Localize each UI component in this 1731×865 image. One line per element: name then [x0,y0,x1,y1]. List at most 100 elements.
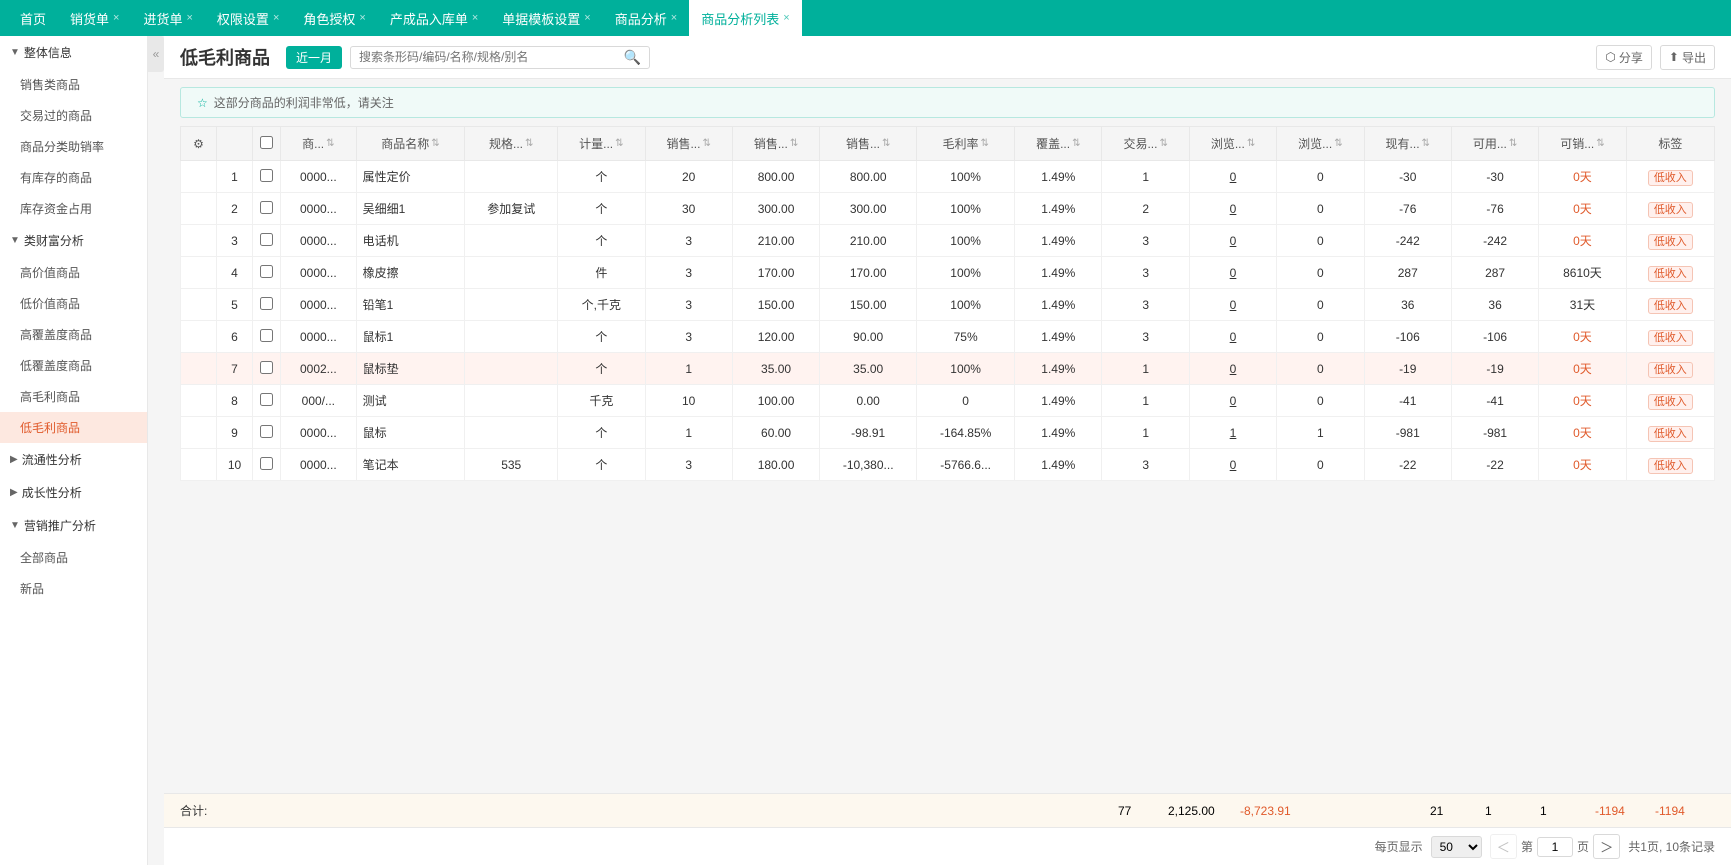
page-size-select[interactable]: 50 100 200 [1431,836,1482,858]
row-checkbox[interactable] [260,329,273,342]
sidebar-item-all-goods[interactable]: 全部商品 [0,542,147,573]
nav-product-inbound[interactable]: 产成品入库单 × [378,0,490,36]
col-available[interactable]: 可用... ⇅ [1451,127,1538,161]
close-icon[interactable]: × [186,12,192,24]
close-icon[interactable]: × [472,12,478,24]
nav-purchase-order[interactable]: 进货单 × [131,0,204,36]
browse1-cell[interactable]: 0 [1189,449,1276,481]
sidebar-item-sales-goods[interactable]: 销售类商品 [0,69,147,100]
period-button[interactable]: 近一月 [286,46,342,69]
close-icon[interactable]: × [113,12,119,24]
sidebar-section-growth[interactable]: ▶ 成长性分析 [0,476,147,509]
browse1-cell[interactable]: 0 [1189,321,1276,353]
browse1-cell[interactable]: 0 [1189,385,1276,417]
col-sales-profit[interactable]: 销售... ⇅ [820,127,917,161]
col-browse1[interactable]: 浏览... ⇅ [1189,127,1276,161]
nav-role-auth[interactable]: 角色授权 × [291,0,377,36]
row-checkbox[interactable] [260,233,273,246]
col-browse2[interactable]: 浏览... ⇅ [1277,127,1364,161]
check-cell[interactable] [253,321,281,353]
check-cell[interactable] [253,193,281,225]
row-checkbox[interactable] [260,457,273,470]
browse1-cell[interactable]: 0 [1189,257,1276,289]
sidebar-section-overall[interactable]: ▼ 整体信息 [0,36,147,69]
check-cell[interactable] [253,161,281,193]
close-icon[interactable]: × [671,12,677,24]
col-stock[interactable]: 现有... ⇅ [1364,127,1451,161]
check-cell[interactable] [253,449,281,481]
col-name[interactable]: 商品名称 ⇅ [356,127,465,161]
sidebar-section-circulation[interactable]: ▶ 流通性分析 [0,443,147,476]
settings-icon[interactable]: ⚙ [193,137,204,151]
salable-cell: 0天 [1539,321,1626,353]
col-sales-amount[interactable]: 销售... ⇅ [732,127,819,161]
sort-icon: ⇅ [1072,138,1080,149]
check-cell[interactable] [253,257,281,289]
nav-permission-settings[interactable]: 权限设置 × [205,0,291,36]
sidebar-item-low-coverage[interactable]: 低覆盖度商品 [0,350,147,381]
browse1-cell[interactable]: 0 [1189,353,1276,385]
settings-column-header[interactable]: ⚙ [181,127,217,161]
search-input[interactable] [359,50,624,64]
search-icon[interactable]: 🔍 [624,49,641,66]
next-page-button[interactable]: ＞ [1593,834,1620,859]
sidebar-item-stocked-goods[interactable]: 有库存的商品 [0,162,147,193]
row-checkbox[interactable] [260,169,273,182]
row-checkbox[interactable] [260,393,273,406]
browse1-cell[interactable]: 0 [1189,193,1276,225]
row-checkbox[interactable] [260,201,273,214]
col-unit[interactable]: 计量... ⇅ [558,127,645,161]
row-checkbox[interactable] [260,361,273,374]
close-icon[interactable]: × [783,12,789,24]
check-cell[interactable] [253,353,281,385]
close-icon[interactable]: × [359,12,365,24]
check-cell[interactable] [253,417,281,449]
nav-sales-order[interactable]: 销货单 × [58,0,131,36]
sidebar-section-marketing[interactable]: ▼ 营销推广分析 [0,509,147,542]
settings-cell [181,353,217,385]
sidebar-item-high-coverage[interactable]: 高覆盖度商品 [0,319,147,350]
check-cell[interactable] [253,289,281,321]
page-number-input[interactable] [1537,837,1573,857]
nav-template-settings[interactable]: 单据模板设置 × [490,0,602,36]
sidebar-item-low-margin[interactable]: 低毛利商品 [0,412,147,443]
row-checkbox[interactable] [260,425,273,438]
prev-page-button[interactable]: ＜ [1490,834,1517,859]
sidebar-collapse-button[interactable]: « [148,36,164,72]
nav-product-analysis[interactable]: 商品分析 × [603,0,689,36]
export-button[interactable]: ⬆ 导出 [1660,45,1715,70]
sidebar-item-low-value[interactable]: 低价值商品 [0,288,147,319]
profit-rate-cell: 100% [917,225,1015,257]
sales-qty-cell: 1 [645,417,732,449]
check-cell[interactable] [253,385,281,417]
row-checkbox[interactable] [260,265,273,278]
browse1-cell[interactable]: 0 [1189,289,1276,321]
close-icon[interactable]: × [584,12,590,24]
nav-home[interactable]: 首页 [8,0,58,36]
check-cell[interactable] [253,225,281,257]
browse1-cell[interactable]: 1 [1189,417,1276,449]
row-checkbox[interactable] [260,297,273,310]
sidebar-item-inventory-capital[interactable]: 库存资金占用 [0,193,147,224]
sidebar-section-wealth[interactable]: ▼ 类财富分析 [0,224,147,257]
share-button[interactable]: ⬡ 分享 [1596,45,1652,70]
browse1-cell[interactable]: 0 [1189,161,1276,193]
col-spec[interactable]: 规格... ⇅ [465,127,558,161]
col-coverage[interactable]: 覆盖... ⇅ [1015,127,1102,161]
check-all-header[interactable] [253,127,281,161]
col-code[interactable]: 商... ⇅ [281,127,357,161]
sidebar-item-new-goods[interactable]: 新品 [0,573,147,604]
sidebar-item-high-margin[interactable]: 高毛利商品 [0,381,147,412]
sales-profit-cell: -10,380... [820,449,917,481]
select-all-checkbox[interactable] [260,136,273,149]
close-icon[interactable]: × [273,12,279,24]
col-profit-rate[interactable]: 毛利率 ⇅ [917,127,1015,161]
sidebar-item-traded-goods[interactable]: 交易过的商品 [0,100,147,131]
col-salable[interactable]: 可销... ⇅ [1539,127,1626,161]
nav-product-analysis-list[interactable]: 商品分析列表 × [689,0,801,36]
sidebar-item-high-value[interactable]: 高价值商品 [0,257,147,288]
sidebar-item-category-sales-rate[interactable]: 商品分类助销率 [0,131,147,162]
col-sales-qty[interactable]: 销售... ⇅ [645,127,732,161]
browse1-cell[interactable]: 0 [1189,225,1276,257]
col-trade[interactable]: 交易... ⇅ [1102,127,1189,161]
